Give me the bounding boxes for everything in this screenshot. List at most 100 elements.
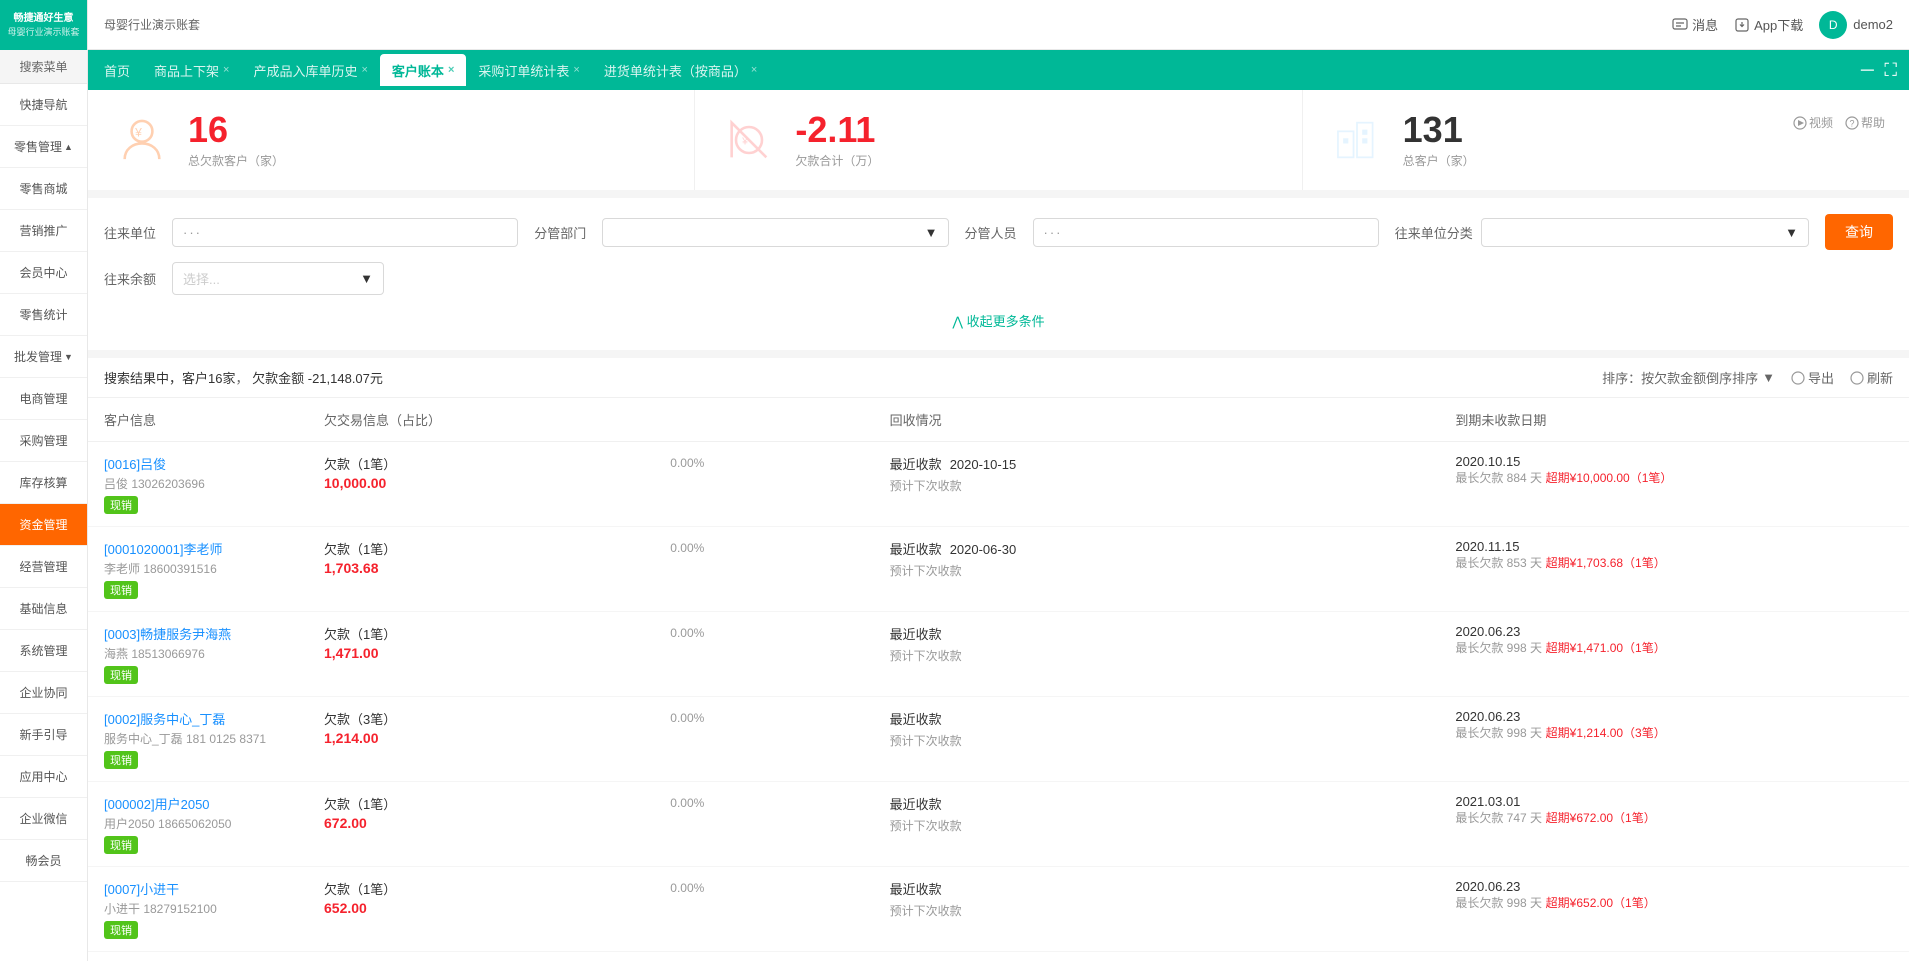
customer-tag-2: 现销	[104, 666, 138, 684]
collection-latest-cell-6: 最近收款 预计下次收款	[874, 952, 1345, 961]
tab-product-shelf[interactable]: 商品上下架 ×	[142, 54, 241, 86]
tab-home[interactable]: 首页	[92, 54, 142, 86]
tab-close-customer-account[interactable]: ×	[448, 64, 454, 76]
sidebar-item-basic-info[interactable]: 基础信息	[0, 588, 87, 630]
overdue-date-5: 2020.06.23	[1455, 879, 1893, 894]
sidebar-item-new-guide[interactable]: 新手引导	[0, 714, 87, 756]
customer-name-link-0[interactable]: [0016]吕俊	[104, 457, 166, 472]
sidebar-nav: 快捷导航 零售管理▲ 零售商城 营销推广 会员中心 零售统计 批发管理▼ 电商管…	[0, 84, 87, 961]
video-btn[interactable]: 视频	[1793, 114, 1833, 131]
collection-latest-cell-3: 最近收款 预计下次收款	[874, 697, 1345, 782]
collection-latest-cell-1: 最近收款2020-06-30 预计下次收款	[874, 527, 1345, 612]
sidebar-item-enterprise-wechat[interactable]: 企业微信	[0, 798, 87, 840]
debt-amount-1: 1,703.68	[324, 560, 638, 576]
top-header-actions: 消息 App下载 D demo2	[1672, 11, 1893, 39]
overdue-days-2: 最长欠款 998 天	[1455, 641, 1542, 655]
tab-purchase-stats[interactable]: 进货单统计表（按商品） ×	[592, 54, 769, 86]
overdue-amount-link-0[interactable]: 超期¥10,000.00（1笔）	[1546, 471, 1673, 485]
filter-balance: 往来余额 选择... ▼	[104, 262, 384, 295]
customer-contact-2: 海燕 18513066976	[104, 645, 292, 662]
stat-info-debt-customers: 16 总欠款客户（家）	[188, 112, 284, 169]
tab-close-purchase-order[interactable]: ×	[573, 64, 579, 76]
tab-close-product-shelf[interactable]: ×	[223, 64, 229, 76]
total-customers-number: 131	[1403, 112, 1475, 148]
filter-unit-input[interactable]: ···	[172, 218, 518, 247]
debt-total-icon: ¥	[719, 110, 779, 170]
collection-latest-1: 最近收款	[890, 542, 942, 557]
customer-name-link-5[interactable]: [0007]小进干	[104, 882, 179, 897]
tab-close-product-history[interactable]: ×	[361, 64, 367, 76]
filter-manager-input[interactable]: ···	[1033, 218, 1379, 247]
sort-select[interactable]: 排序：按欠款金额倒序排序 ▼	[1602, 368, 1775, 387]
help-btn[interactable]: ? 帮助	[1845, 114, 1885, 131]
filter-balance-select[interactable]: 选择... ▼	[172, 262, 384, 295]
sidebar-item-member-vip[interactable]: 畅会员	[0, 840, 87, 882]
sidebar-item-purchase-mgmt[interactable]: 采购管理	[0, 420, 87, 462]
customer-name-link-2[interactable]: [0003]畅捷服务尹海燕	[104, 627, 231, 642]
data-table: 客户信息 欠交易信息（占比） 回收情况 到期未收款日期 [0016]吕俊 吕俊 …	[88, 398, 1909, 961]
sidebar-item-ecommerce[interactable]: 电商管理	[0, 378, 87, 420]
export-btn[interactable]: 导出	[1791, 368, 1834, 387]
overdue-cell-5: 2020.06.23 最长欠款 998 天 超期¥652.00（1笔）	[1439, 867, 1909, 952]
message-btn[interactable]: 消息	[1672, 15, 1718, 34]
results-summary: 搜索结果中，客户16家， 欠款金额 -21,148.07元	[104, 368, 383, 387]
sidebar-item-app-center[interactable]: 应用中心	[0, 756, 87, 798]
sidebar-item-batch-mgmt[interactable]: 批发管理▼	[0, 336, 87, 378]
overdue-days-1: 最长欠款 853 天	[1455, 556, 1542, 570]
customer-contact-0: 吕俊 13026203696	[104, 475, 292, 492]
sidebar-item-operations-mgmt[interactable]: 经营管理	[0, 546, 87, 588]
query-button[interactable]: 查询	[1825, 214, 1893, 250]
user-avatar[interactable]: D demo2	[1819, 11, 1893, 39]
overdue-date-1: 2020.11.15	[1455, 539, 1893, 554]
collection-empty-5	[1344, 867, 1439, 952]
export-icon	[1791, 371, 1805, 385]
customer-name-link-4[interactable]: [000002]用户2050	[104, 797, 210, 812]
collection-latest-5: 最近收款	[890, 882, 942, 897]
col-header-collection: 回收情况	[874, 398, 1440, 442]
sidebar-item-retail-mgmt[interactable]: 零售管理▲	[0, 126, 87, 168]
customer-name-link-3[interactable]: [0002]服务中心_丁磊	[104, 712, 225, 727]
sidebar-item-retail-stats[interactable]: 零售统计	[0, 294, 87, 336]
debt-count-cell-1: 欠款（1笔） 1,703.68	[308, 527, 654, 612]
overdue-amount-link-2[interactable]: 超期¥1,471.00（1笔）	[1546, 641, 1666, 655]
refresh-btn[interactable]: 刷新	[1850, 368, 1893, 387]
sidebar-item-quick-nav[interactable]: 快捷导航	[0, 84, 87, 126]
customer-contact-1: 李老师 18600391516	[104, 560, 292, 577]
sidebar-item-member-center[interactable]: 会员中心	[0, 252, 87, 294]
table-row: [000002]用户2050 用户2050 18665062050 现销 欠款（…	[88, 782, 1909, 867]
sidebar-item-retail-mall[interactable]: 零售商城	[0, 168, 87, 210]
tabs-minimize-btn[interactable]: －	[1858, 57, 1876, 83]
sidebar-item-marketing[interactable]: 营销推广	[0, 210, 87, 252]
table-row: [0003]畅捷服务尹海燕 海燕 18513066976 现销 欠款（1笔） 1…	[88, 612, 1909, 697]
overdue-amount-link-3[interactable]: 超期¥1,214.00（3笔）	[1546, 726, 1666, 740]
debt-count-0: 欠款（1笔）	[324, 454, 638, 473]
table-row: [0007]小进干 小进干 18279152100 现销 欠款（1笔） 652.…	[88, 867, 1909, 952]
filter-category-select[interactable]: ▼	[1481, 218, 1809, 247]
table-row: [0006]丢下粮仓 陈小希 现销 欠款（1笔） 455.90 0.00% 最近…	[88, 952, 1909, 961]
overdue-date-3: 2020.06.23	[1455, 709, 1893, 724]
tab-customer-account[interactable]: 客户账本 ×	[380, 54, 466, 86]
collapse-more-btn[interactable]: ⋀ 收起更多条件	[104, 307, 1893, 334]
customer-name-link-1[interactable]: [0001020001]李老师	[104, 542, 223, 557]
customer-cell-2: [0003]畅捷服务尹海燕 海燕 18513066976 现销	[88, 612, 308, 697]
sidebar-item-system-mgmt[interactable]: 系统管理	[0, 630, 87, 672]
tab-close-purchase-stats[interactable]: ×	[751, 64, 757, 76]
filter-dept-select[interactable]: ▼	[602, 218, 948, 247]
filter-category: 往来单位分类 ▼	[1395, 218, 1809, 247]
industry-label: 母婴行业演示账套	[104, 16, 200, 33]
search-menu[interactable]: 搜索菜单	[0, 50, 87, 84]
customer-cell-6: [0006]丢下粮仓 陈小希 现销	[88, 952, 308, 961]
app-download-btn[interactable]: App下载	[1734, 15, 1803, 34]
tabs-expand-btn[interactable]: ⛶	[1884, 60, 1897, 81]
tab-purchase-order[interactable]: 采购订单统计表 ×	[466, 54, 591, 86]
overdue-amount-link-1[interactable]: 超期¥1,703.68（1笔）	[1546, 556, 1666, 570]
overdue-amount-link-4[interactable]: 超期¥672.00（1笔）	[1546, 811, 1656, 825]
tab-product-history[interactable]: 产成品入库单历史 ×	[241, 54, 379, 86]
debt-percent-2: 0.00%	[670, 626, 857, 640]
collection-empty-6	[1344, 952, 1439, 961]
overdue-amount-link-5[interactable]: 超期¥652.00（1笔）	[1546, 896, 1656, 910]
sidebar-item-capital-mgmt[interactable]: 资金管理	[0, 504, 87, 546]
sidebar-item-inventory[interactable]: 库存核算	[0, 462, 87, 504]
sidebar-item-enterprise-collab[interactable]: 企业协同	[0, 672, 87, 714]
collection-latest-cell-0: 最近收款2020-10-15 预计下次收款	[874, 442, 1345, 527]
